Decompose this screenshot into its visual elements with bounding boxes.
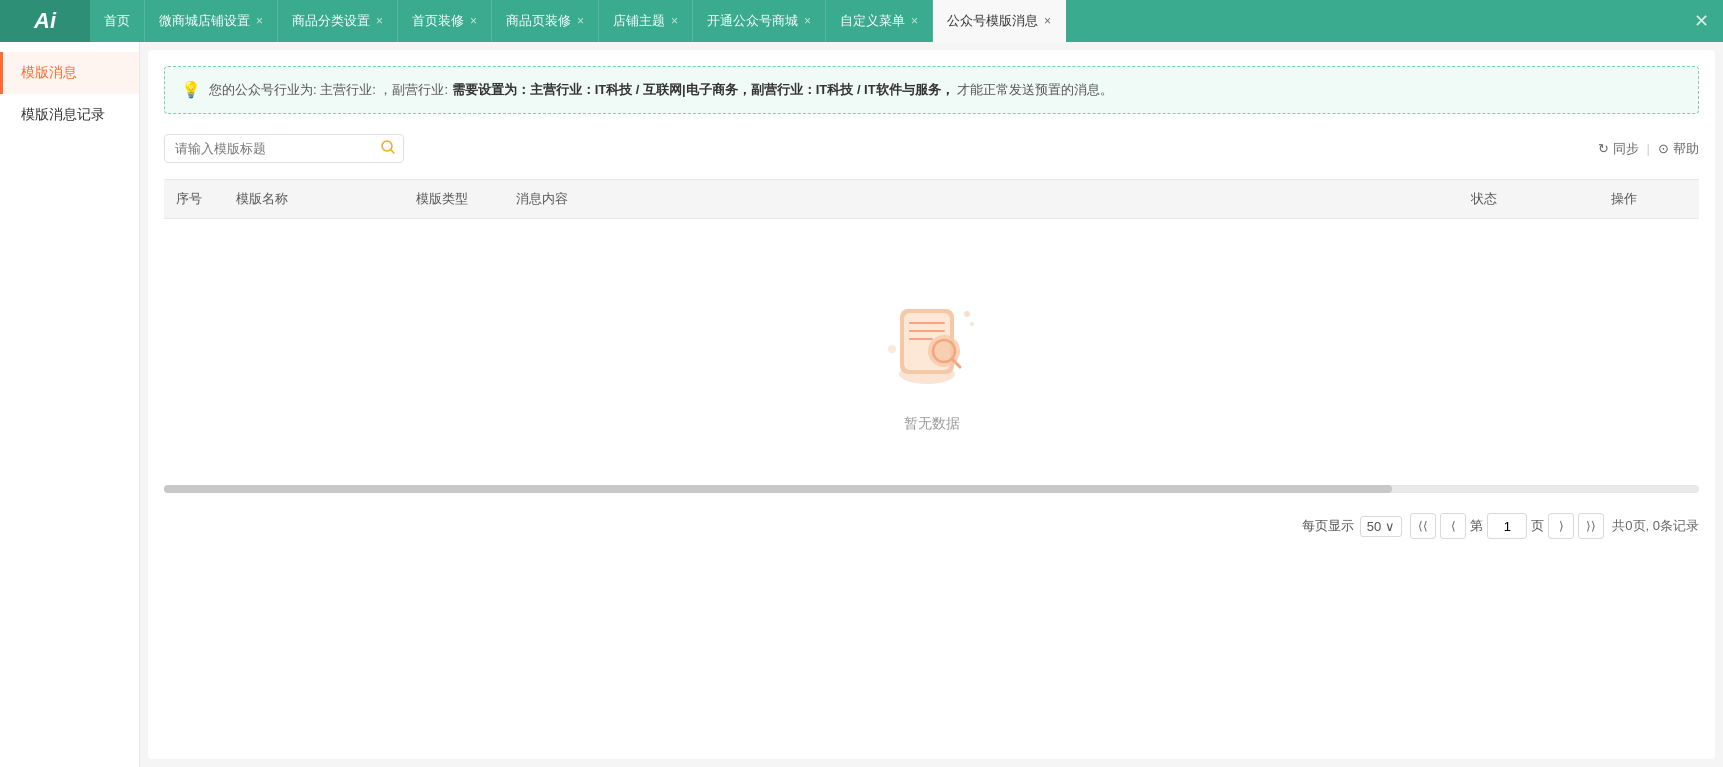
di-label: 第 bbox=[1470, 517, 1483, 535]
help-label: 帮助 bbox=[1673, 140, 1699, 158]
nav-tab-label: 店铺主题 bbox=[613, 12, 665, 30]
page-input[interactable] bbox=[1487, 513, 1527, 539]
col-header-name: 模版名称 bbox=[224, 180, 404, 219]
nav-tab-close-open-mall[interactable]: × bbox=[804, 14, 811, 28]
page-size-dropdown[interactable]: 50 ∨ bbox=[1360, 516, 1402, 537]
nav-tab-label: 自定义菜单 bbox=[840, 12, 905, 30]
notice-suffix: 才能正常发送预置的消息。 bbox=[957, 82, 1113, 97]
search-input[interactable] bbox=[164, 134, 404, 163]
nav-tab-custom-menu[interactable]: 自定义菜单 × bbox=[826, 0, 933, 42]
top-nav: Ai 首页微商城店铺设置×商品分类设置×首页装修×商品页装修×店铺主题×开通公众… bbox=[0, 0, 1723, 42]
col-header-content: 消息内容 bbox=[504, 180, 1459, 219]
nav-tab-label: 商品页装修 bbox=[506, 12, 571, 30]
notice-icon: 💡 bbox=[181, 80, 201, 99]
search-input-wrap bbox=[164, 134, 404, 163]
sync-button[interactable]: ↻ 同步 bbox=[1598, 140, 1639, 158]
nav-tab-shop-theme[interactable]: 店铺主题 × bbox=[599, 0, 693, 42]
help-button[interactable]: ⊙ 帮助 bbox=[1658, 140, 1699, 158]
nav-tab-home-decorate[interactable]: 首页装修 × bbox=[398, 0, 492, 42]
nav-tab-close-custom-menu[interactable]: × bbox=[911, 14, 918, 28]
logo: Ai bbox=[0, 0, 90, 42]
nav-tab-label: 微商城店铺设置 bbox=[159, 12, 250, 30]
table-body: 暂无数据 bbox=[164, 219, 1699, 474]
nav-tab-close-template-msg[interactable]: × bbox=[1044, 14, 1051, 28]
notice-text: 您的公众号行业为: 主营行业: ，副营行业: 需要设置为：主营行业：IT科技 /… bbox=[209, 79, 1113, 101]
last-page-button[interactable]: ⟩⟩ bbox=[1578, 513, 1604, 539]
notice-prefix: 您的公众号行业为: 主营行业: ，副营行业: bbox=[209, 82, 448, 97]
nav-tab-open-mall[interactable]: 开通公众号商城 × bbox=[693, 0, 826, 42]
content-area: 💡 您的公众号行业为: 主营行业: ，副营行业: 需要设置为：主营行业：IT科技… bbox=[148, 50, 1715, 759]
pagination: 每页显示 50 ∨ ⟨⟨ ⟨ 第 页 ⟩ ⟩⟩ 共0页, 0条记录 bbox=[164, 505, 1699, 547]
nav-tab-label: 商品分类设置 bbox=[292, 12, 370, 30]
divider: | bbox=[1647, 141, 1650, 156]
nav-tab-home[interactable]: 首页 bbox=[90, 0, 145, 42]
chevron-down-icon: ∨ bbox=[1385, 519, 1395, 534]
empty-text: 暂无数据 bbox=[904, 415, 960, 433]
page-size-label: 每页显示 bbox=[1302, 517, 1354, 535]
sidebar-item-template-message[interactable]: 模版消息 bbox=[0, 52, 139, 94]
sidebar-item-template-message-log[interactable]: 模版消息记录 bbox=[0, 94, 139, 136]
col-header-type: 模版类型 bbox=[404, 180, 504, 219]
notice-box: 💡 您的公众号行业为: 主营行业: ，副营行业: 需要设置为：主营行业：IT科技… bbox=[164, 66, 1699, 114]
nav-tab-close-home-decorate[interactable]: × bbox=[470, 14, 477, 28]
svg-point-13 bbox=[888, 345, 896, 353]
main-layout: 模版消息模版消息记录 💡 您的公众号行业为: 主营行业: ，副营行业: 需要设置… bbox=[0, 42, 1723, 767]
nav-tabs: 首页微商城店铺设置×商品分类设置×首页装修×商品页装修×店铺主题×开通公众号商城… bbox=[90, 0, 1680, 42]
notice-highlight: 需要设置为：主营行业：IT科技 / 互联网|电子商务，副营行业：IT科技 / I… bbox=[452, 82, 954, 97]
search-bar: ↻ 同步 | ⊙ 帮助 bbox=[164, 134, 1699, 163]
nav-tab-label: 开通公众号商城 bbox=[707, 12, 798, 30]
sidebar: 模版消息模版消息记录 bbox=[0, 42, 140, 767]
close-all-button[interactable]: ✕ bbox=[1680, 10, 1723, 32]
next-page-button[interactable]: ⟩ bbox=[1548, 513, 1574, 539]
prev-page-button[interactable]: ⟨ bbox=[1440, 513, 1466, 539]
nav-tab-category-setting[interactable]: 商品分类设置 × bbox=[278, 0, 398, 42]
nav-tab-shop-setting[interactable]: 微商城店铺设置 × bbox=[145, 0, 278, 42]
data-table: 序号模版名称模版类型消息内容状态操作 bbox=[164, 179, 1699, 473]
page-total: 共0页, 0条记录 bbox=[1612, 517, 1699, 535]
search-right: ↻ 同步 | ⊙ 帮助 bbox=[1598, 140, 1699, 158]
svg-point-12 bbox=[970, 322, 974, 326]
nav-tab-label: 首页装修 bbox=[412, 12, 464, 30]
page-size-value: 50 bbox=[1367, 519, 1381, 534]
page-nav: ⟨⟨ ⟨ 第 页 ⟩ ⟩⟩ bbox=[1410, 513, 1604, 539]
horizontal-scrollbar[interactable] bbox=[164, 485, 1699, 493]
nav-tab-label: 首页 bbox=[104, 12, 130, 30]
nav-tab-close-shop-theme[interactable]: × bbox=[671, 14, 678, 28]
page-size-select: 每页显示 50 ∨ bbox=[1302, 516, 1402, 537]
table-header-row: 序号模版名称模版类型消息内容状态操作 bbox=[164, 180, 1699, 219]
sync-icon: ↻ bbox=[1598, 141, 1609, 156]
svg-point-11 bbox=[964, 311, 970, 317]
sync-label: 同步 bbox=[1613, 140, 1639, 158]
first-page-button[interactable]: ⟨⟨ bbox=[1410, 513, 1436, 539]
nav-tab-label: 公众号模版消息 bbox=[947, 12, 1038, 30]
search-button[interactable] bbox=[380, 139, 396, 159]
scrollbar-thumb[interactable] bbox=[164, 485, 1392, 493]
nav-tab-close-shop-setting[interactable]: × bbox=[256, 14, 263, 28]
help-icon: ⊙ bbox=[1658, 141, 1669, 156]
logo-text: Ai bbox=[34, 8, 56, 34]
col-header-status: 状态 bbox=[1459, 180, 1599, 219]
svg-line-1 bbox=[391, 149, 395, 153]
page-unit: 页 bbox=[1531, 517, 1544, 535]
nav-tab-close-category-setting[interactable]: × bbox=[376, 14, 383, 28]
nav-tab-product-decorate[interactable]: 商品页装修 × bbox=[492, 0, 599, 42]
col-header-action: 操作 bbox=[1599, 180, 1699, 219]
nav-tab-template-msg[interactable]: 公众号模版消息 × bbox=[933, 0, 1066, 42]
nav-tab-close-product-decorate[interactable]: × bbox=[577, 14, 584, 28]
empty-state: 暂无数据 bbox=[164, 219, 1699, 473]
search-left bbox=[164, 134, 404, 163]
col-header-no: 序号 bbox=[164, 180, 224, 219]
empty-row: 暂无数据 bbox=[164, 219, 1699, 474]
empty-icon bbox=[872, 279, 992, 399]
